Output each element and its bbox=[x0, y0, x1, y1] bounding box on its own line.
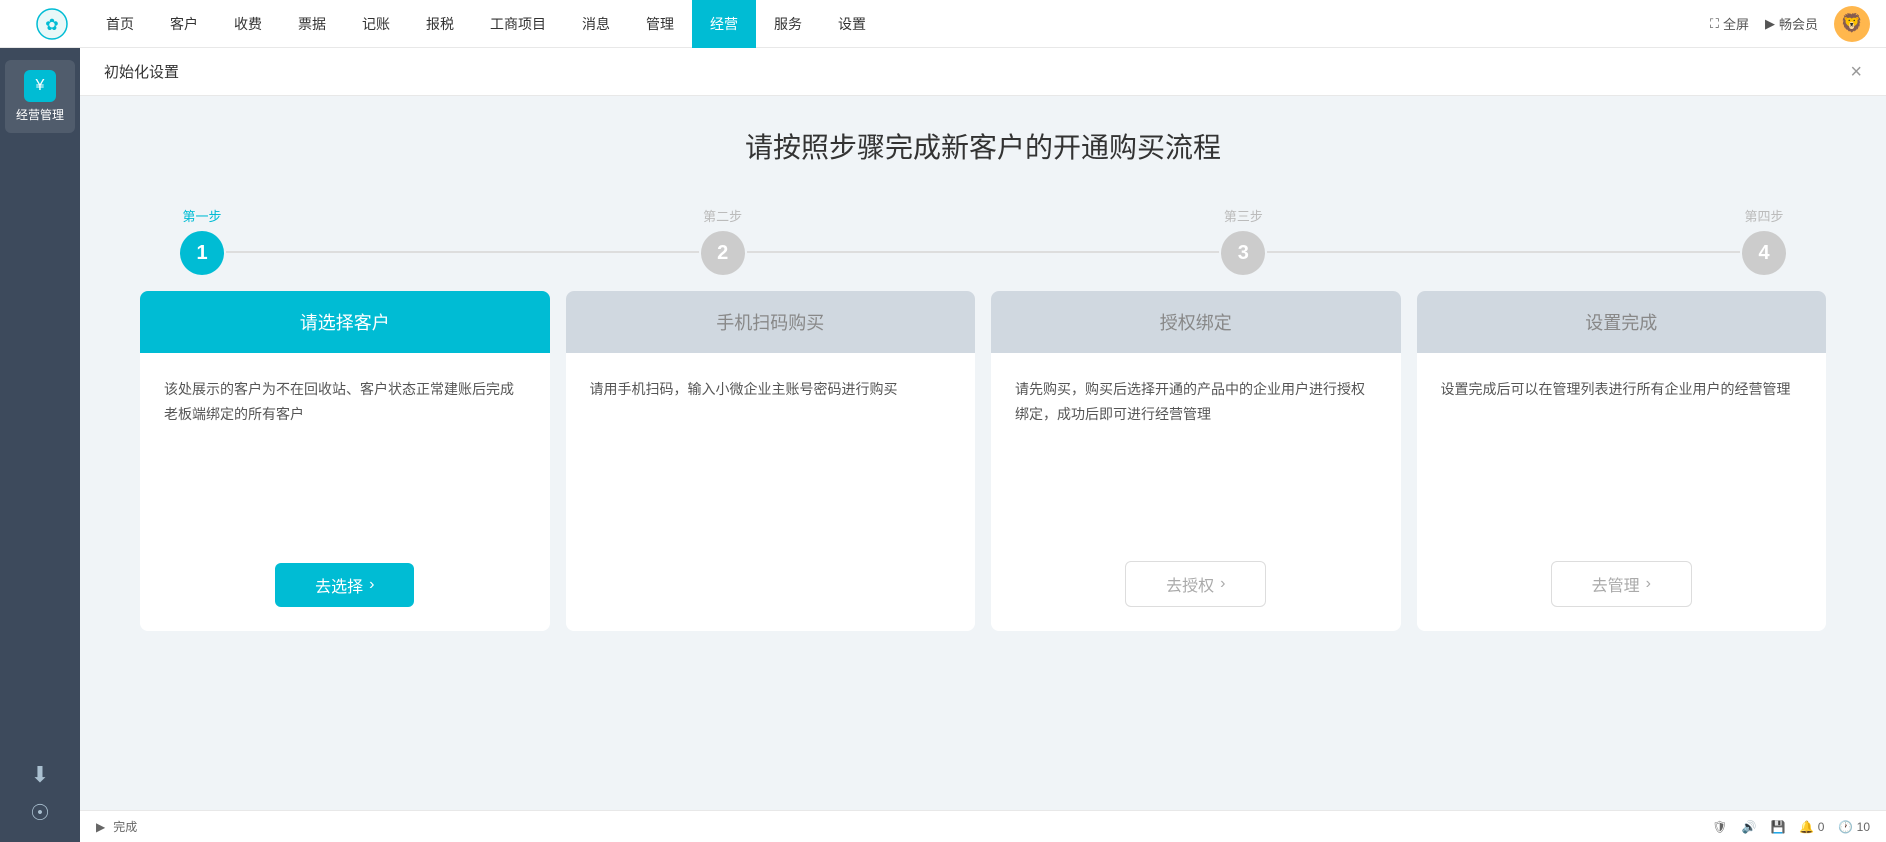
connector-3-4: › bbox=[1267, 251, 1740, 253]
download-icon[interactable]: ⬇ bbox=[31, 762, 49, 788]
card-1-header: 请选择客户 bbox=[140, 291, 550, 353]
vip-button[interactable]: ▶ 畅会员 bbox=[1765, 14, 1818, 33]
main-layout: ¥ 经营管理 ⬇ ☉ 初始化设置 × 请按照步骤完成新客户的开通购买流程 第一步 bbox=[0, 48, 1886, 842]
step-1-circle: 1 bbox=[180, 231, 224, 275]
step-4-circle: 4 bbox=[1742, 231, 1786, 275]
step-2-circle: 2 bbox=[701, 231, 745, 275]
main-content: 请按照步骤完成新客户的开通购买流程 第一步 1 › 第二步 bbox=[80, 96, 1886, 810]
content-area: 初始化设置 × 请按照步骤完成新客户的开通购买流程 第一步 1 › bbox=[80, 48, 1886, 842]
page-header: 初始化设置 × bbox=[80, 48, 1886, 96]
nav-item-invoice[interactable]: 票据 bbox=[280, 0, 344, 48]
go-authorize-button[interactable]: 去授权 › bbox=[1125, 561, 1266, 607]
fullscreen-icon: ⛶ bbox=[1710, 16, 1719, 32]
go-authorize-arrow: › bbox=[1220, 575, 1225, 593]
step-3-header: 第三步 3 bbox=[1221, 206, 1265, 275]
bottom-bar-left: ▶ 完成 bbox=[96, 818, 137, 835]
connector-1-2: › bbox=[226, 251, 699, 253]
go-manage-arrow: › bbox=[1646, 575, 1651, 593]
top-navigation: ✿ 首页 客户 收费 票据 记账 报税 工商项目 消息 管理 经营 服务 设置 … bbox=[0, 0, 1886, 48]
page-title: 初始化设置 bbox=[104, 61, 179, 82]
nav-item-message[interactable]: 消息 bbox=[564, 0, 628, 48]
step-3-circle: 3 bbox=[1221, 231, 1265, 275]
volume-icon: 🔊 bbox=[1742, 820, 1757, 834]
nav-item-service[interactable]: 服务 bbox=[756, 0, 820, 48]
app-logo: ✿ bbox=[16, 8, 88, 40]
bottom-bar: ▶ 完成 🛡 🔊 💾 🔔 0 🕐 10 bbox=[80, 810, 1886, 842]
card-2-header: 手机扫码购买 bbox=[566, 291, 976, 353]
step-2-label: 第二步 bbox=[703, 206, 742, 225]
step-3-label: 第三步 bbox=[1224, 206, 1263, 225]
nav-item-home[interactable]: 首页 bbox=[88, 0, 152, 48]
nav-item-business[interactable]: 工商项目 bbox=[472, 0, 564, 48]
go-select-arrow: › bbox=[369, 576, 374, 594]
shield-icon: 🛡 bbox=[1712, 820, 1727, 834]
flow-title: 请按照步骤完成新客户的开通购买流程 bbox=[140, 126, 1826, 166]
nav-right: ⛶ 全屏 ▶ 畅会员 🦁 bbox=[1710, 6, 1870, 42]
nav-item-customer[interactable]: 客户 bbox=[152, 0, 216, 48]
card-3-footer: 去授权 › bbox=[991, 545, 1401, 631]
nav-item-settings[interactable]: 设置 bbox=[820, 0, 884, 48]
nav-item-fee[interactable]: 收费 bbox=[216, 0, 280, 48]
card-2-footer bbox=[566, 591, 976, 631]
nav-item-operation[interactable]: 经营 bbox=[692, 0, 756, 48]
operation-icon: ¥ bbox=[24, 70, 56, 102]
nav-item-manage[interactable]: 管理 bbox=[628, 0, 692, 48]
card-4-body: 设置完成后可以在管理列表进行所有企业用户的经营管理 bbox=[1417, 353, 1827, 545]
card-2-body: 请用手机扫码，输入小微企业主账号密码进行购买 bbox=[566, 353, 976, 591]
step-2-header: 第二步 2 bbox=[701, 206, 745, 275]
clock-display: 🕐 10 bbox=[1838, 820, 1870, 834]
sidebar: ¥ 经营管理 ⬇ ☉ bbox=[0, 48, 80, 842]
svg-text:✿: ✿ bbox=[45, 17, 58, 34]
step-1-label: 第一步 bbox=[182, 206, 221, 225]
vip-icon: ▶ bbox=[1765, 16, 1775, 32]
fullscreen-button[interactable]: ⛶ 全屏 bbox=[1710, 14, 1749, 33]
close-button[interactable]: × bbox=[1850, 62, 1862, 82]
sidebar-bottom: ⬇ ☉ bbox=[30, 762, 50, 842]
card-4-footer: 去管理 › bbox=[1417, 545, 1827, 631]
notification-count: 🔔 0 bbox=[1799, 820, 1824, 834]
bottom-bar-right: 🛡 🔊 💾 🔔 0 🕐 10 bbox=[1712, 820, 1870, 834]
user-avatar[interactable]: 🦁 bbox=[1834, 6, 1870, 42]
step-4-header: 第四步 4 bbox=[1742, 206, 1786, 275]
steps-progress: 第一步 1 › 第二步 2 › bbox=[140, 206, 1826, 275]
support-icon[interactable]: ☉ bbox=[30, 800, 50, 826]
sidebar-item-operation[interactable]: ¥ 经营管理 bbox=[5, 60, 75, 133]
connector-2-3: › bbox=[747, 251, 1220, 253]
go-select-button[interactable]: 去选择 › bbox=[275, 563, 414, 607]
step-card-1: 请选择客户 该处展示的客户为不在回收站、客户状态正常建账后完成老板端绑定的所有客… bbox=[140, 291, 550, 631]
step-card-3: 授权绑定 请先购买，购买后选择开通的产品中的企业用户进行授权绑定，成功后即可进行… bbox=[991, 291, 1401, 631]
step-4-label: 第四步 bbox=[1745, 206, 1784, 225]
card-4-header: 设置完成 bbox=[1417, 291, 1827, 353]
go-manage-button[interactable]: 去管理 › bbox=[1551, 561, 1692, 607]
card-1-footer: 去选择 › bbox=[140, 547, 550, 631]
card-3-body: 请先购买，购买后选择开通的产品中的企业用户进行授权绑定，成功后即可进行经营管理 bbox=[991, 353, 1401, 545]
cards-row: 请选择客户 该处展示的客户为不在回收站、客户状态正常建账后完成老板端绑定的所有客… bbox=[140, 291, 1826, 631]
card-1-body: 该处展示的客户为不在回收站、客户状态正常建账后完成老板端绑定的所有客户 bbox=[140, 353, 550, 547]
save-icon: 💾 bbox=[1770, 820, 1785, 834]
nav-item-accounting[interactable]: 记账 bbox=[344, 0, 408, 48]
step-1-header: 第一步 1 bbox=[180, 206, 224, 275]
play-icon: ▶ bbox=[96, 820, 105, 834]
step-card-2: 手机扫码购买 请用手机扫码，输入小微企业主账号密码进行购买 bbox=[566, 291, 976, 631]
nav-item-tax[interactable]: 报税 bbox=[408, 0, 472, 48]
step-card-4: 设置完成 设置完成后可以在管理列表进行所有企业用户的经营管理 去管理 › bbox=[1417, 291, 1827, 631]
status-text: 完成 bbox=[113, 818, 137, 835]
nav-items: 首页 客户 收费 票据 记账 报税 工商项目 消息 管理 经营 服务 设置 bbox=[88, 0, 1710, 48]
card-3-header: 授权绑定 bbox=[991, 291, 1401, 353]
